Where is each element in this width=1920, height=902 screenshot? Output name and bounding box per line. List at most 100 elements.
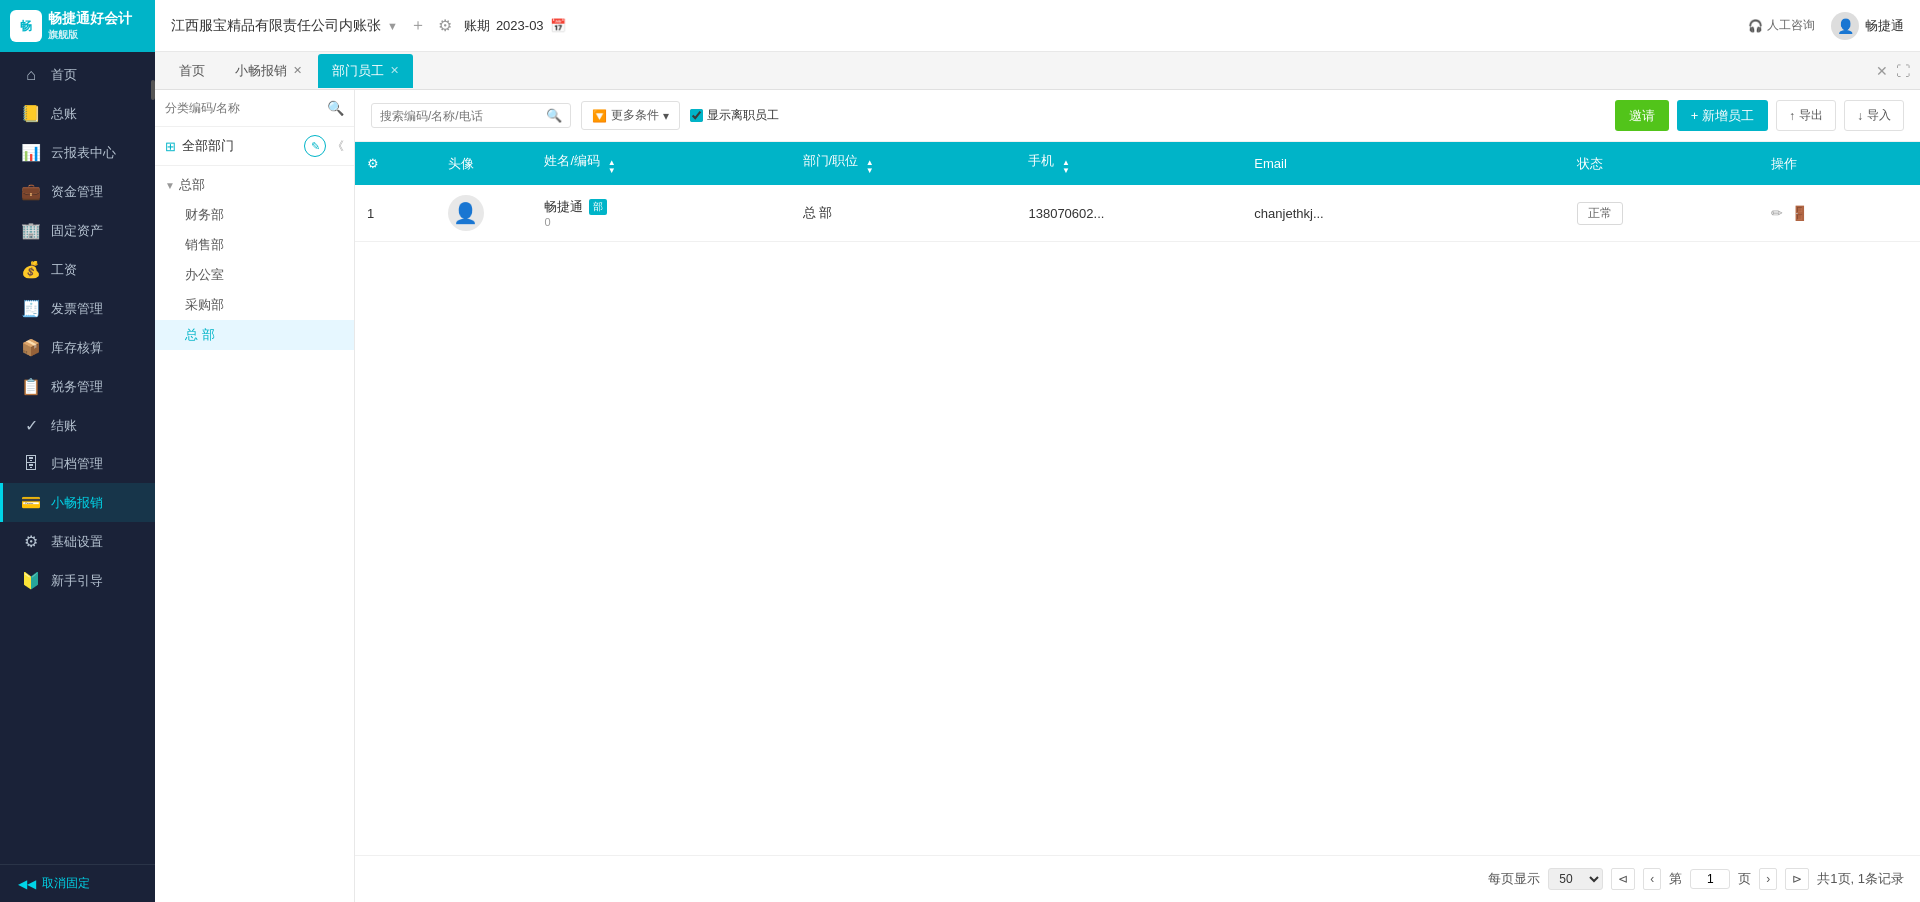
- add-employee-button[interactable]: + 新增员工: [1677, 100, 1768, 131]
- close-expense-tab[interactable]: ✕: [293, 64, 302, 77]
- resign-checkbox-input[interactable]: [690, 109, 703, 122]
- table-row: 1 👤 畅捷通 部 0 总 部: [355, 185, 1920, 242]
- col-email-header: Email: [1242, 142, 1565, 185]
- sidebar-item-tax[interactable]: 📋 税务管理: [0, 367, 155, 406]
- edit-dept-button[interactable]: ✎: [304, 135, 326, 157]
- dept-item-finance[interactable]: 财务部: [155, 200, 354, 230]
- all-dept-header[interactable]: ⊞ 全部部门 ✎ 《: [155, 127, 354, 166]
- employee-name: 畅捷通: [544, 198, 583, 216]
- cancel-pin-label: 取消固定: [42, 875, 90, 892]
- tab-deptstaff[interactable]: 部门员工 ✕: [318, 54, 413, 88]
- import-button[interactable]: ↓ 导入: [1844, 100, 1904, 131]
- user-menu[interactable]: 👤 畅捷通: [1831, 12, 1904, 40]
- first-page-button[interactable]: ⊲: [1611, 868, 1635, 890]
- close-all-tabs-icon[interactable]: ✕: [1876, 63, 1888, 79]
- avatar: 👤: [1831, 12, 1859, 40]
- employee-search-input[interactable]: [380, 109, 540, 123]
- sidebar-item-label: 基础设置: [51, 533, 103, 551]
- col-dept-header[interactable]: 部门/职位 ▲▼: [791, 142, 1017, 185]
- employee-table-body: 1 👤 畅捷通 部 0 总 部: [355, 185, 1920, 242]
- logo-icon: 畅: [10, 10, 42, 42]
- dept-sort-icon: ▲▼: [866, 159, 874, 175]
- edit-employee-button[interactable]: ✏: [1771, 205, 1783, 221]
- settings-button[interactable]: ⚙: [438, 16, 452, 35]
- col-avatar-header: 头像: [436, 142, 533, 185]
- company-dropdown-icon: ▼: [387, 20, 398, 32]
- company-selector[interactable]: 江西服宝精品有限责任公司内账张 ▼: [171, 17, 398, 35]
- assets-icon: 💼: [21, 182, 41, 201]
- delete-employee-button[interactable]: 🚪: [1791, 205, 1808, 221]
- sidebar-item-invoice[interactable]: 🧾 发票管理: [0, 289, 155, 328]
- col-settings[interactable]: ⚙: [355, 142, 436, 185]
- col-name-header[interactable]: 姓名/编码 ▲▼: [532, 142, 790, 185]
- dept-search-icon[interactable]: 🔍: [327, 100, 344, 116]
- sidebar-item-inventory[interactable]: 📦 库存核算: [0, 328, 155, 367]
- cancel-pin-button[interactable]: ◀◀ 取消固定: [0, 864, 155, 902]
- topbar: 江西服宝精品有限责任公司内账张 ▼ ＋ ⚙ 账期 2023-03 📅 🎧 人工咨…: [155, 0, 1920, 52]
- toolbar-right-actions: 邀请 + 新增员工 ↑ 导出 ↓ 导入: [1615, 100, 1904, 131]
- sidebar-item-archive[interactable]: 🗄 归档管理: [0, 445, 155, 483]
- sidebar-item-home[interactable]: ⌂ 首页: [0, 56, 155, 94]
- sidebar-item-label: 归档管理: [51, 455, 103, 473]
- filter-button[interactable]: 🔽 更多条件 ▾: [581, 101, 680, 130]
- app-name: 畅捷通好会计: [48, 10, 132, 28]
- sidebar-item-reports[interactable]: 📊 云报表中心: [0, 133, 155, 172]
- dept-search-input[interactable]: [165, 101, 321, 115]
- dept-item-purchase[interactable]: 采购部: [155, 290, 354, 320]
- tab-expense[interactable]: 小畅报销 ✕: [221, 54, 316, 88]
- period-selector[interactable]: 账期 2023-03 📅: [464, 17, 566, 35]
- sidebar-item-ledger[interactable]: 📒 总账: [0, 94, 155, 133]
- next-page-button[interactable]: ›: [1759, 868, 1777, 890]
- app-logo: 畅 畅捷通好会计 旗舰版: [0, 0, 155, 52]
- action-buttons: ✏ 🚪: [1771, 205, 1908, 221]
- dept-search-box: 🔍: [155, 90, 354, 127]
- show-resign-checkbox[interactable]: 显示离职员工: [690, 107, 779, 124]
- employee-table: ⚙ 头像 姓名/编码 ▲▼ 部门/职位 ▲▼: [355, 142, 1920, 242]
- sidebar-item-label: 资金管理: [51, 183, 103, 201]
- expand-arrow-icon: ▼: [165, 180, 175, 191]
- tabs-actions: ✕ ⛶: [1876, 63, 1910, 79]
- invite-button[interactable]: 邀请: [1615, 100, 1669, 131]
- row-name: 畅捷通 部 0: [532, 185, 790, 242]
- tab-deptstaff-label: 部门员工: [332, 62, 384, 80]
- collapse-panel-icon[interactable]: 《: [332, 138, 344, 155]
- sidebar-item-assets[interactable]: 💼 资金管理: [0, 172, 155, 211]
- last-page-button[interactable]: ⊳: [1785, 868, 1809, 890]
- page-number-input[interactable]: [1690, 869, 1730, 889]
- filter-icon: 🔽: [592, 109, 607, 123]
- col-action-header: 操作: [1759, 142, 1920, 185]
- dept-section-root[interactable]: ▼ 总部: [155, 170, 354, 200]
- dept-item-sales[interactable]: 销售部: [155, 230, 354, 260]
- per-page-select[interactable]: 50 100 200: [1548, 868, 1603, 890]
- prev-page-button[interactable]: ‹: [1643, 868, 1661, 890]
- export-button[interactable]: ↑ 导出: [1776, 100, 1836, 131]
- tab-home[interactable]: 首页: [165, 54, 219, 88]
- tax-icon: 📋: [21, 377, 41, 396]
- add-tab-button[interactable]: ＋: [410, 15, 426, 36]
- tabs-bar: 首页 小畅报销 ✕ 部门员工 ✕ ✕ ⛶: [155, 52, 1920, 90]
- sidebar-item-close[interactable]: ✓ 结账: [0, 406, 155, 445]
- grid-icon: ⊞: [165, 139, 176, 154]
- sidebar-nav: ⌂ 首页 📒 总账 📊 云报表中心 💼 资金管理 🏢 固定资产 💰 工资 🧾 发…: [0, 52, 155, 864]
- dept-item-general[interactable]: 总 部: [155, 320, 354, 350]
- sidebar-item-settings[interactable]: ⚙ 基础设置: [0, 522, 155, 561]
- archive-icon: 🗄: [21, 455, 41, 473]
- col-phone-header[interactable]: 手机 ▲▼: [1016, 142, 1242, 185]
- employee-code: 0: [544, 216, 778, 228]
- inventory-icon: 📦: [21, 338, 41, 357]
- dept-item-office[interactable]: 办公室: [155, 260, 354, 290]
- row-actions: ✏ 🚪: [1759, 185, 1920, 242]
- sidebar-item-guide[interactable]: 🔰 新手引导: [0, 561, 155, 600]
- reports-icon: 📊: [21, 143, 41, 162]
- app-edition: 旗舰版: [48, 28, 132, 42]
- sidebar-item-label: 固定资产: [51, 222, 103, 240]
- sidebar-item-expense[interactable]: 💳 小畅报销: [0, 483, 155, 522]
- close-deptstaff-tab[interactable]: ✕: [390, 64, 399, 77]
- sidebar-item-label: 发票管理: [51, 300, 103, 318]
- expand-tabs-icon[interactable]: ⛶: [1896, 63, 1910, 79]
- sidebar-item-salary[interactable]: 💰 工资: [0, 250, 155, 289]
- support-button[interactable]: 🎧 人工咨询: [1748, 17, 1815, 34]
- sidebar-item-fixed[interactable]: 🏢 固定资产: [0, 211, 155, 250]
- employee-search-icon[interactable]: 🔍: [546, 108, 562, 123]
- status-badge: 正常: [1577, 202, 1623, 225]
